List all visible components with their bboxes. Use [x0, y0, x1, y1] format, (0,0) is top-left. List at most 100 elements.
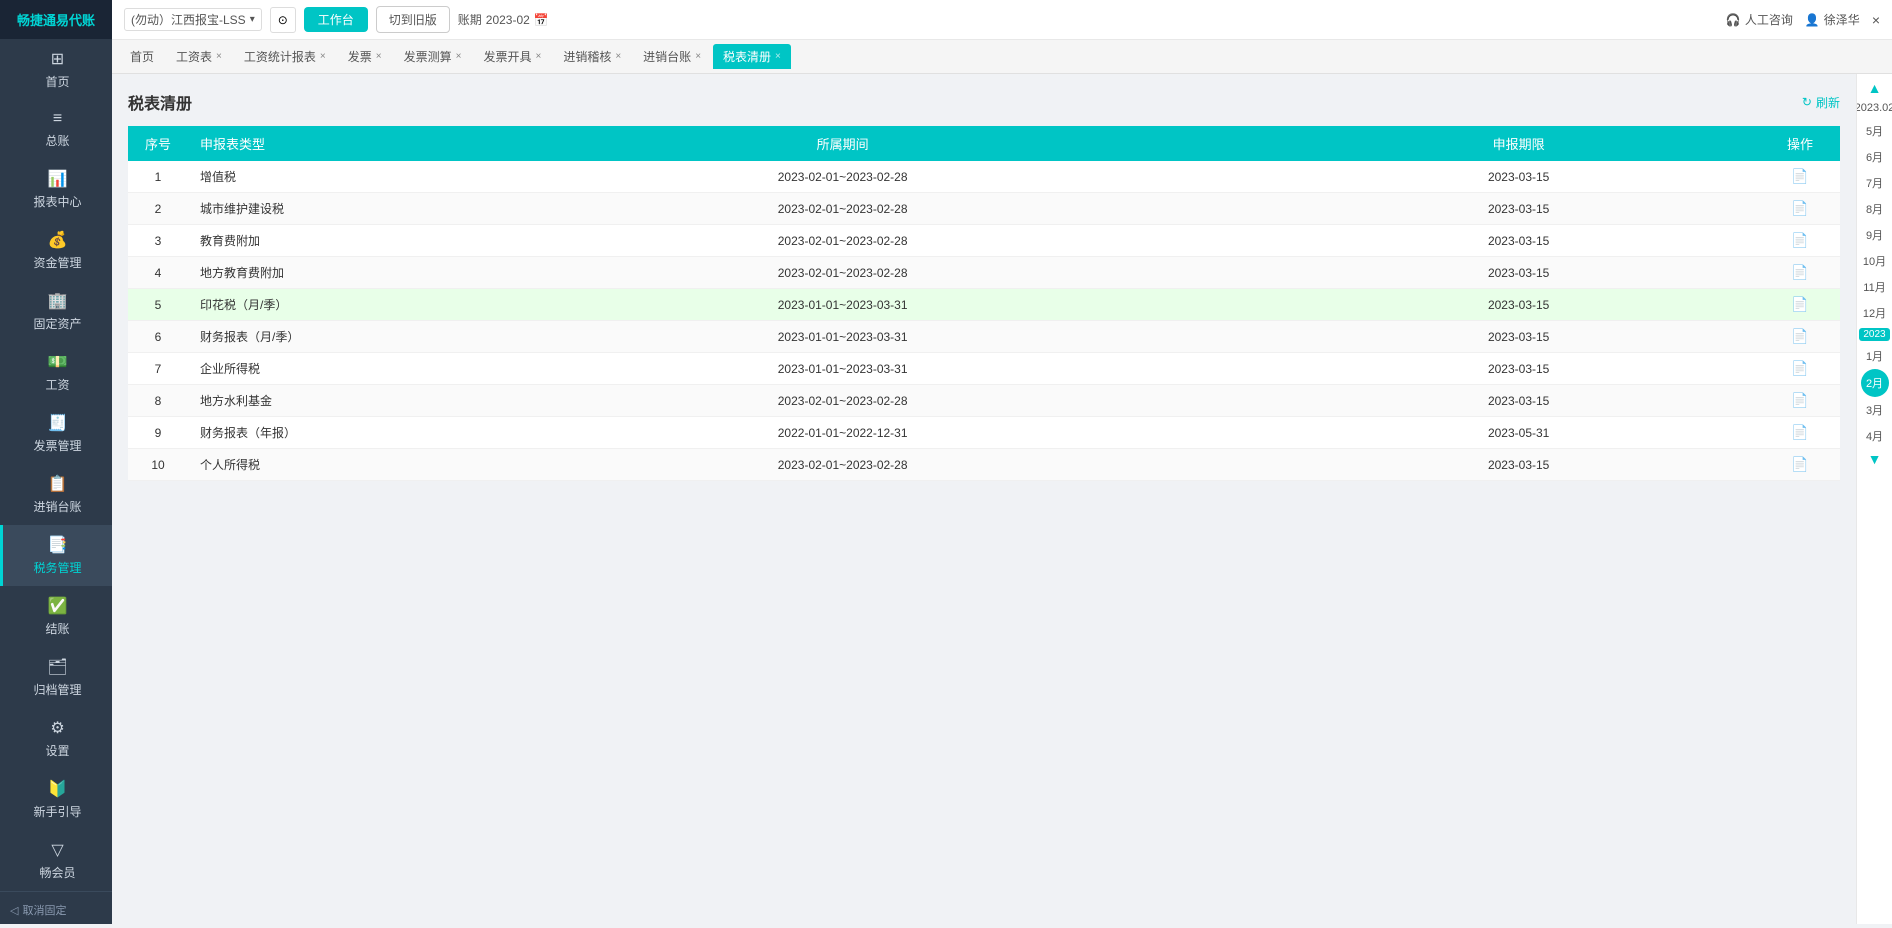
table-row: 4 地方教育费附加 2023-02-01~2023-02-28 2023-03-… [128, 257, 1840, 289]
cell-type: 城市维护建设税 [188, 193, 408, 225]
sidebar-item-guide[interactable]: 🔰 新手引导 [0, 769, 112, 830]
page-title-bar: 税表清册 ↻ 刷新 [128, 90, 1840, 114]
file-icon[interactable]: 📄 [1791, 360, 1808, 376]
refresh-label: 刷新 [1816, 94, 1840, 111]
tab-close-icon[interactable]: × [376, 51, 382, 62]
sidebar-item-invoice[interactable]: 🧾 发票管理 [0, 403, 112, 464]
ai-consult-button[interactable]: 🎧 人工咨询 [1726, 11, 1793, 28]
panel-nav-up[interactable]: ▲ [1861, 78, 1889, 98]
tab-tax-list[interactable]: 税表清册 × [713, 44, 791, 69]
user-profile[interactable]: 👤 徐泽华 [1805, 11, 1860, 28]
cell-period: 2023-01-01~2023-03-31 [408, 321, 1277, 353]
cell-action: 📄 [1760, 257, 1840, 289]
cell-seq: 10 [128, 449, 188, 481]
tab-salary-table[interactable]: 工资表 × [166, 44, 232, 69]
sidebar-item-tax[interactable]: 📑 税务管理 [0, 525, 112, 586]
col-deadline: 申报期限 [1277, 126, 1760, 161]
sidebar-item-close[interactable]: ✅ 结账 [0, 586, 112, 647]
sidebar-item-fund[interactable]: 💰 资金管理 [0, 220, 112, 281]
tab-invoice-calc[interactable]: 发票测算 × [394, 44, 472, 69]
salary-icon: 💵 [48, 352, 68, 372]
unpin-label: 取消固定 [22, 902, 66, 918]
page-content: 税表清册 ↻ 刷新 序号 申报表类型 所属期间 申报期限 操作 [112, 74, 1856, 924]
file-icon[interactable]: 📄 [1791, 392, 1808, 408]
sidebar-item-ledger[interactable]: ≡ 总账 [0, 100, 112, 159]
sidebar-item-label: 结账 [45, 620, 69, 637]
file-icon[interactable]: 📄 [1791, 264, 1808, 280]
workbench-button[interactable]: 工作台 [304, 7, 368, 32]
tab-salary-stats[interactable]: 工资统计报表 × [234, 44, 336, 69]
tab-home[interactable]: 首页 [120, 44, 164, 69]
file-icon[interactable]: 📄 [1791, 328, 1808, 344]
user-name-label: 徐泽华 [1824, 11, 1860, 28]
panel-month-11[interactable]: 11月 [1859, 274, 1891, 300]
panel-month-3[interactable]: 3月 [1859, 397, 1891, 423]
cell-seq: 7 [128, 353, 188, 385]
content-area: 税表清册 ↻ 刷新 序号 申报表类型 所属期间 申报期限 操作 [112, 74, 1892, 924]
refresh-button[interactable]: ↻ 刷新 [1802, 94, 1840, 111]
panel-month-10[interactable]: 10月 [1859, 248, 1891, 274]
sidebar-item-assets[interactable]: 🏢 固定资产 [0, 281, 112, 342]
sidebar-item-home[interactable]: ⊞ 首页 [0, 39, 112, 100]
file-icon[interactable]: 📄 [1791, 456, 1808, 472]
tab-invoice[interactable]: 发票 × [338, 44, 392, 69]
sidebar-item-label: 设置 [45, 742, 69, 759]
copy-icon[interactable]: ⊙ [270, 7, 296, 33]
company-name: (勿动）江西报宝-LSS [131, 11, 246, 28]
tab-close-icon[interactable]: × [320, 51, 326, 62]
file-icon[interactable]: 📄 [1791, 168, 1808, 184]
sidebar-item-vip[interactable]: ▽ 畅会员 [0, 830, 112, 891]
cell-deadline: 2023-03-15 [1277, 321, 1760, 353]
tab-purchase-ledger[interactable]: 进销台账 × [633, 44, 711, 69]
calendar-icon[interactable]: 📅 [534, 13, 549, 27]
cell-seq: 9 [128, 417, 188, 449]
sidebar-item-label: 发票管理 [33, 437, 81, 454]
panel-month-6[interactable]: 6月 [1859, 144, 1891, 170]
tab-invoice-issue[interactable]: 发票开具 × [473, 44, 551, 69]
window-close-icon[interactable]: × [1872, 12, 1880, 28]
file-icon[interactable]: 📄 [1791, 296, 1808, 312]
sidebar-item-archive[interactable]: 🗂 归档管理 [0, 647, 112, 708]
sidebar-item-settings[interactable]: ⚙ 设置 [0, 708, 112, 769]
assets-icon: 🏢 [48, 291, 68, 311]
table-row: 1 增值税 2023-02-01~2023-02-28 2023-03-15 📄 [128, 161, 1840, 193]
period-value: 2023-02 [486, 13, 530, 27]
file-icon[interactable]: 📄 [1791, 232, 1808, 248]
tab-close-icon[interactable]: × [216, 51, 222, 62]
sidebar: 畅捷通易代账 ⊞ 首页 ≡ 总账 📊 报表中心 💰 资金管理 🏢 固定资产 💵 … [0, 0, 112, 924]
panel-month-7[interactable]: 7月 [1859, 170, 1891, 196]
tab-close-icon[interactable]: × [775, 51, 781, 62]
sidebar-item-label: 资金管理 [33, 254, 81, 271]
company-selector[interactable]: (勿动）江西报宝-LSS ▾ [124, 8, 262, 31]
panel-month-12[interactable]: 12月 [1859, 300, 1891, 326]
tab-close-icon[interactable]: × [615, 51, 621, 62]
refresh-icon: ↻ [1802, 95, 1812, 109]
tab-purchase-audit[interactable]: 进销稽核 × [553, 44, 631, 69]
panel-month-5[interactable]: 5月 [1859, 118, 1891, 144]
sidebar-item-purchase-sales[interactable]: 📋 进销台账 [0, 464, 112, 525]
file-icon[interactable]: 📄 [1791, 200, 1808, 216]
table-header-row: 序号 申报表类型 所属期间 申报期限 操作 [128, 126, 1840, 161]
tab-close-icon[interactable]: × [456, 51, 462, 62]
table-row: 7 企业所得税 2023-01-01~2023-03-31 2023-03-15… [128, 353, 1840, 385]
sidebar-item-report[interactable]: 📊 报表中心 [0, 159, 112, 220]
panel-month-9[interactable]: 9月 [1859, 222, 1891, 248]
period-info: 账期 2023-02 📅 [458, 11, 549, 28]
tab-close-icon[interactable]: × [695, 51, 701, 62]
table-row: 8 地方水利基金 2023-02-01~2023-02-28 2023-03-1… [128, 385, 1840, 417]
sidebar-item-salary[interactable]: 💵 工资 [0, 342, 112, 403]
cell-deadline: 2023-03-15 [1277, 449, 1760, 481]
panel-month-4[interactable]: 4月 [1859, 423, 1891, 449]
switch-old-button[interactable]: 切到旧版 [376, 6, 450, 33]
panel-nav-down[interactable]: ▼ [1861, 449, 1889, 469]
panel-month-8[interactable]: 8月 [1859, 196, 1891, 222]
header-right: 🎧 人工咨询 👤 徐泽华 × [1726, 11, 1880, 28]
main-area: (勿动）江西报宝-LSS ▾ ⊙ 工作台 切到旧版 账期 2023-02 📅 🎧… [112, 0, 1892, 924]
settings-icon: ⚙ [50, 718, 64, 738]
unpin-button[interactable]: ◁ 取消固定 [0, 891, 112, 928]
panel-month-2-active[interactable]: 2月 [1861, 369, 1889, 397]
file-icon[interactable]: 📄 [1791, 424, 1808, 440]
panel-month-1[interactable]: 1月 [1859, 343, 1891, 369]
tab-close-icon[interactable]: × [535, 51, 541, 62]
cell-type: 地方教育费附加 [188, 257, 408, 289]
